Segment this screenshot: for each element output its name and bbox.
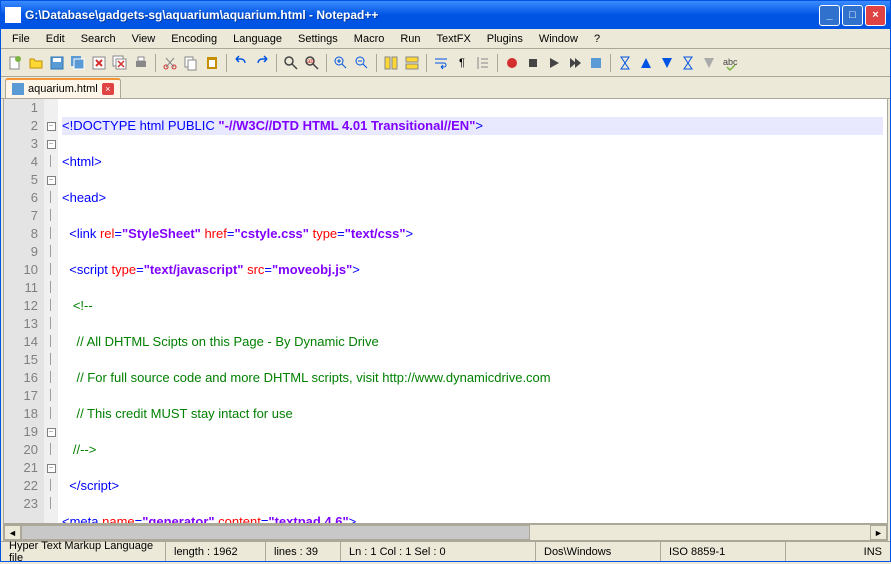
save-all-icon[interactable] [68, 53, 88, 73]
editor[interactable]: 1234567891011121314151617181920212223 − … [3, 99, 888, 524]
statusbar: Hyper Text Markup Language file length :… [1, 541, 890, 561]
titlebar: G:\Database\gadgets-sg\aquarium\aquarium… [1, 1, 890, 29]
macro-play-icon[interactable] [544, 53, 564, 73]
window-buttons: _ □ × [819, 5, 886, 26]
toolbar-separator [226, 54, 227, 72]
svg-text:abc: abc [723, 57, 738, 67]
menu-search[interactable]: Search [74, 31, 123, 47]
menu-settings[interactable]: Settings [291, 31, 345, 47]
redo-icon[interactable] [252, 53, 272, 73]
app-icon [5, 7, 21, 23]
toolbar-separator [497, 54, 498, 72]
line-number-gutter: 1234567891011121314151617181920212223 [4, 99, 44, 523]
macro-play-multi-icon[interactable] [565, 53, 585, 73]
tab-file[interactable]: aquarium.html × [5, 78, 121, 98]
status-length: length : 1962 [166, 542, 266, 561]
minimize-button[interactable]: _ [819, 5, 840, 26]
zoom-in-icon[interactable] [331, 53, 351, 73]
sync-h-icon[interactable] [402, 53, 422, 73]
print-icon[interactable] [131, 53, 151, 73]
copy-icon[interactable] [181, 53, 201, 73]
menu-window[interactable]: Window [532, 31, 585, 47]
menu-plugins[interactable]: Plugins [480, 31, 530, 47]
status-position: Ln : 1 Col : 1 Sel : 0 [341, 542, 536, 561]
wordwrap-icon[interactable] [431, 53, 451, 73]
close-file-icon[interactable] [89, 53, 109, 73]
hourglass-icon[interactable] [615, 53, 635, 73]
scroll-left-icon[interactable]: ◄ [4, 525, 21, 540]
menu-macro[interactable]: Macro [347, 31, 392, 47]
close-all-icon[interactable] [110, 53, 130, 73]
toolbar-separator [155, 54, 156, 72]
menu-textfx[interactable]: TextFX [430, 31, 478, 47]
spellcheck-icon[interactable]: abc [720, 53, 740, 73]
app-window: G:\Database\gadgets-sg\aquarium\aquarium… [0, 0, 891, 562]
macro-save-icon[interactable] [586, 53, 606, 73]
toolbar: ab ¶ abc [1, 49, 890, 77]
undo-icon[interactable] [231, 53, 251, 73]
macro-record-icon[interactable] [502, 53, 522, 73]
show-all-chars-icon[interactable]: ¶ [452, 53, 472, 73]
menu-help[interactable]: ? [587, 31, 607, 47]
tab-label: aquarium.html [28, 83, 98, 95]
toolbar-separator [426, 54, 427, 72]
new-file-icon[interactable] [5, 53, 25, 73]
tab-close-icon[interactable]: × [102, 83, 114, 95]
macro-stop-icon[interactable] [523, 53, 543, 73]
save-icon[interactable] [47, 53, 67, 73]
maximize-button[interactable]: □ [842, 5, 863, 26]
fold-column[interactable]: − − │ − ││││││ │││││││ − │ − ││ [44, 99, 58, 523]
hourglass2-icon[interactable] [678, 53, 698, 73]
horizontal-scrollbar[interactable]: ◄ ► [3, 524, 888, 541]
toolbar-separator [326, 54, 327, 72]
close-button[interactable]: × [865, 5, 886, 26]
open-file-icon[interactable] [26, 53, 46, 73]
triangle-up-icon[interactable] [636, 53, 656, 73]
code-area[interactable]: <!DOCTYPE html PUBLIC "-//W3C//DTD HTML … [58, 99, 887, 523]
status-insert-mode: INS [786, 542, 890, 561]
scroll-track[interactable] [21, 525, 870, 540]
status-lines: lines : 39 [266, 542, 341, 561]
status-language: Hyper Text Markup Language file [1, 542, 166, 561]
menu-view[interactable]: View [125, 31, 163, 47]
toolbar-separator [376, 54, 377, 72]
window-title: G:\Database\gadgets-sg\aquarium\aquarium… [25, 8, 819, 22]
menu-edit[interactable]: Edit [39, 31, 72, 47]
scroll-right-icon[interactable]: ► [870, 525, 887, 540]
replace-icon[interactable]: ab [302, 53, 322, 73]
svg-text:ab: ab [307, 59, 314, 65]
zoom-out-icon[interactable] [352, 53, 372, 73]
menubar: File Edit Search View Encoding Language … [1, 29, 890, 49]
menu-file[interactable]: File [5, 31, 37, 47]
triangle-gray-icon[interactable] [699, 53, 719, 73]
file-icon [12, 83, 24, 95]
status-encoding: ISO 8859-1 [661, 542, 786, 561]
cut-icon[interactable] [160, 53, 180, 73]
toolbar-separator [276, 54, 277, 72]
indent-guide-icon[interactable] [473, 53, 493, 73]
toolbar-separator [610, 54, 611, 72]
find-icon[interactable] [281, 53, 301, 73]
scroll-thumb[interactable] [21, 525, 530, 540]
menu-encoding[interactable]: Encoding [164, 31, 224, 47]
sync-v-icon[interactable] [381, 53, 401, 73]
triangle-down-icon[interactable] [657, 53, 677, 73]
tabbar: aquarium.html × [1, 77, 890, 99]
status-eol: Dos\Windows [536, 542, 661, 561]
paste-icon[interactable] [202, 53, 222, 73]
menu-language[interactable]: Language [226, 31, 289, 47]
menu-run[interactable]: Run [393, 31, 427, 47]
